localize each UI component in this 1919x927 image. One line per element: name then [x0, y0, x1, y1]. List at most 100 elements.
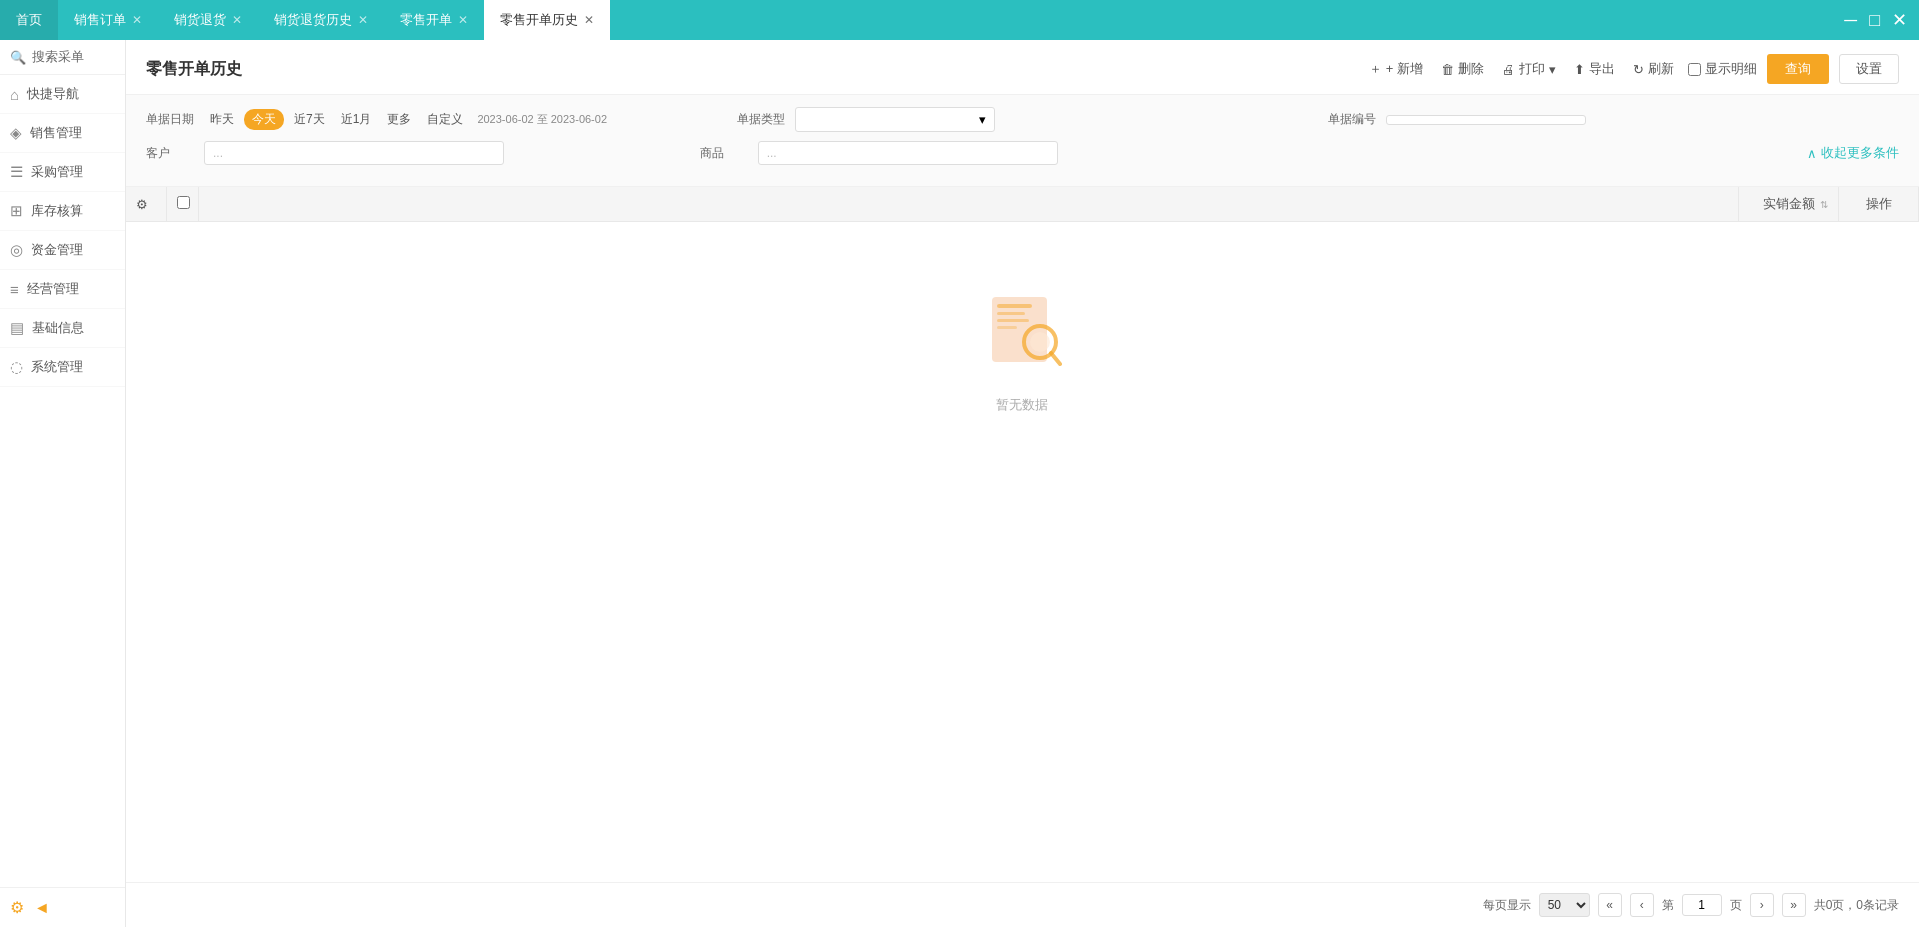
tab-retail-open-history-close[interactable]: ✕	[584, 13, 594, 27]
delete-button[interactable]: 🗑 删除	[1437, 58, 1488, 80]
empty-row: 暂无数据	[126, 222, 1919, 475]
top-tab-bar: 首页 销售订单 ✕ 销货退货 ✕ 销货退货历史 ✕ 零售开单 ✕ 零售开单历史 …	[0, 0, 1919, 40]
customer-filter-group: 客户 ...	[146, 141, 680, 165]
date-1month[interactable]: 近1月	[335, 109, 378, 130]
collapse-filter-btn[interactable]: ∧ 收起更多条件	[1807, 140, 1899, 166]
query-button[interactable]: 查询	[1767, 54, 1829, 84]
chevron-down-icon: ▾	[979, 112, 986, 127]
svg-rect-4	[997, 326, 1017, 329]
next-page-btn[interactable]: ›	[1750, 893, 1774, 917]
svg-point-6	[1030, 332, 1050, 352]
settings-icon[interactable]: ⚙	[10, 898, 24, 917]
page-title: 零售开单历史	[146, 59, 242, 80]
date-filter-group: 单据日期 昨天 今天 近7天 近1月 更多 自定义 2023-06-02 至 2…	[146, 109, 717, 130]
add-icon: ＋	[1369, 60, 1382, 78]
doc-no-filter-group: 单据编号	[1328, 111, 1899, 128]
date-custom[interactable]: 自定义	[421, 109, 469, 130]
date-7days[interactable]: 近7天	[288, 109, 331, 130]
tab-sales-return-history[interactable]: 销货退货历史 ✕	[258, 0, 384, 40]
tab-retail-open-history[interactable]: 零售开单历史 ✕	[484, 0, 610, 40]
date-today[interactable]: 今天	[244, 109, 284, 130]
tab-retail-open[interactable]: 零售开单 ✕	[384, 0, 484, 40]
th-checkbox[interactable]	[166, 187, 198, 222]
system-icon: ◌	[10, 358, 23, 376]
th-settings[interactable]: ⚙	[126, 187, 166, 222]
tab-sales-return[interactable]: 销货退货 ✕	[158, 0, 258, 40]
collapse-icon: ∧	[1807, 146, 1817, 161]
tab-home[interactable]: 首页	[0, 0, 58, 40]
table-container: ⚙ 单据日期 ⇅ 单据编号 ⇅	[126, 187, 1919, 882]
home-icon: ⌂	[10, 86, 19, 103]
empty-state: 暂无数据	[126, 222, 1919, 474]
table-settings-icon[interactable]: ⚙	[136, 197, 148, 212]
svg-rect-3	[997, 319, 1029, 322]
sidebar-item-sales-mgmt[interactable]: ◈ 销售管理	[0, 114, 125, 153]
doc-type-filter-group: 单据类型 ▾	[737, 107, 1308, 132]
show-detail-checkbox-label[interactable]: 显示明细	[1688, 60, 1757, 78]
filter-area: 单据日期 昨天 今天 近7天 近1月 更多 自定义 2023-06-02 至 2…	[126, 95, 1919, 187]
sidebar-item-finance[interactable]: ◎ 资金管理	[0, 231, 125, 270]
main-layout: 🔍 搜索采单 ⌂ 快捷导航 ◈ 销售管理 ☰ 采购管理 ⊞ 库存核算 ◎ 资金管…	[0, 40, 1919, 927]
doc-no-label: 单据编号	[1328, 111, 1378, 128]
window-close-btn[interactable]: ✕	[1892, 9, 1907, 31]
settings-button[interactable]: 设置	[1839, 54, 1899, 84]
pagination: 每页显示 50 10 20 100 « ‹ 第 页 › » 共0页，0条记录	[126, 882, 1919, 927]
show-detail-checkbox[interactable]	[1688, 63, 1701, 76]
empty-text: 暂无数据	[996, 396, 1048, 414]
th-actual-amount[interactable]: 实销金额 ⇅	[1739, 187, 1839, 222]
window-min-btn[interactable]: ─	[1844, 10, 1857, 31]
date-quick-select: 昨天 今天 近7天 近1月 更多 自定义	[204, 109, 469, 130]
refresh-icon: ↻	[1633, 62, 1644, 77]
sidebar-search[interactable]: 🔍 搜索采单	[0, 40, 125, 75]
svg-rect-1	[997, 304, 1032, 308]
customer-label: 客户	[146, 145, 196, 162]
sidebar-item-operations[interactable]: ≡ 经营管理	[0, 270, 125, 309]
date-filter-label: 单据日期	[146, 111, 196, 128]
tab-sales-return-close[interactable]: ✕	[232, 13, 242, 27]
sidebar-item-purchase-mgmt[interactable]: ☰ 采购管理	[0, 153, 125, 192]
purchase-icon: ☰	[10, 163, 23, 181]
operations-icon: ≡	[10, 281, 19, 298]
prev-page-btn[interactable]: ‹	[1630, 893, 1654, 917]
goods-placeholder: ...	[767, 146, 777, 160]
window-max-btn[interactable]: □	[1869, 10, 1880, 31]
collapse-sidebar-icon[interactable]: ◄	[34, 899, 50, 917]
inventory-icon: ⊞	[10, 202, 23, 220]
date-yesterday[interactable]: 昨天	[204, 109, 240, 130]
goods-label: 商品	[700, 145, 750, 162]
finance-icon: ◎	[10, 241, 23, 259]
customer-input[interactable]: ...	[204, 141, 504, 165]
data-table: ⚙ 单据日期 ⇅ 单据编号 ⇅	[126, 187, 1919, 474]
last-page-btn[interactable]: »	[1782, 893, 1806, 917]
sidebar-item-inventory[interactable]: ⊞ 库存核算	[0, 192, 125, 231]
empty-illustration	[972, 282, 1072, 382]
per-page-select[interactable]: 50 10 20 100	[1539, 893, 1590, 917]
page-number-input[interactable]	[1682, 894, 1722, 916]
filter-row-2: 客户 ... 商品 ... ∧ 收起更多条件	[146, 140, 1899, 166]
table-body: 暂无数据	[126, 222, 1919, 475]
export-button[interactable]: ⬆ 导出	[1570, 58, 1619, 80]
refresh-button[interactable]: ↻ 刷新	[1629, 58, 1678, 80]
tab-sales-return-history-close[interactable]: ✕	[358, 13, 368, 27]
sort-actual-amount-icon: ⇅	[1820, 199, 1828, 210]
sidebar-item-basic-info[interactable]: ▤ 基础信息	[0, 309, 125, 348]
print-button[interactable]: 🖨 打印 ▾	[1498, 58, 1560, 80]
page-header: 零售开单历史 ＋ + 新增 🗑 删除 🖨 打印 ▾ ⬆ 导出	[126, 40, 1919, 95]
doc-no-input[interactable]	[1386, 115, 1586, 125]
sidebar-item-quick-nav[interactable]: ⌂ 快捷导航	[0, 75, 125, 114]
page-unit: 页	[1730, 897, 1742, 914]
select-all-checkbox[interactable]	[177, 196, 190, 209]
goods-input[interactable]: ...	[758, 141, 1058, 165]
tab-retail-open-close[interactable]: ✕	[458, 13, 468, 27]
sidebar-item-system-mgmt[interactable]: ◌ 系统管理	[0, 348, 125, 387]
doc-type-select[interactable]: ▾	[795, 107, 995, 132]
add-button[interactable]: ＋ + 新增	[1365, 58, 1427, 80]
per-page-label: 每页显示	[1483, 897, 1531, 914]
tab-sales-order[interactable]: 销售订单 ✕	[58, 0, 158, 40]
date-more[interactable]: 更多	[381, 109, 417, 130]
first-page-btn[interactable]: «	[1598, 893, 1622, 917]
sidebar: 🔍 搜索采单 ⌂ 快捷导航 ◈ 销售管理 ☰ 采购管理 ⊞ 库存核算 ◎ 资金管…	[0, 40, 126, 927]
header-actions: ＋ + 新增 🗑 删除 🖨 打印 ▾ ⬆ 导出 ↻	[1365, 54, 1899, 84]
table-header-row: ⚙ 单据日期 ⇅ 单据编号 ⇅	[126, 187, 1919, 222]
tab-sales-order-close[interactable]: ✕	[132, 13, 142, 27]
